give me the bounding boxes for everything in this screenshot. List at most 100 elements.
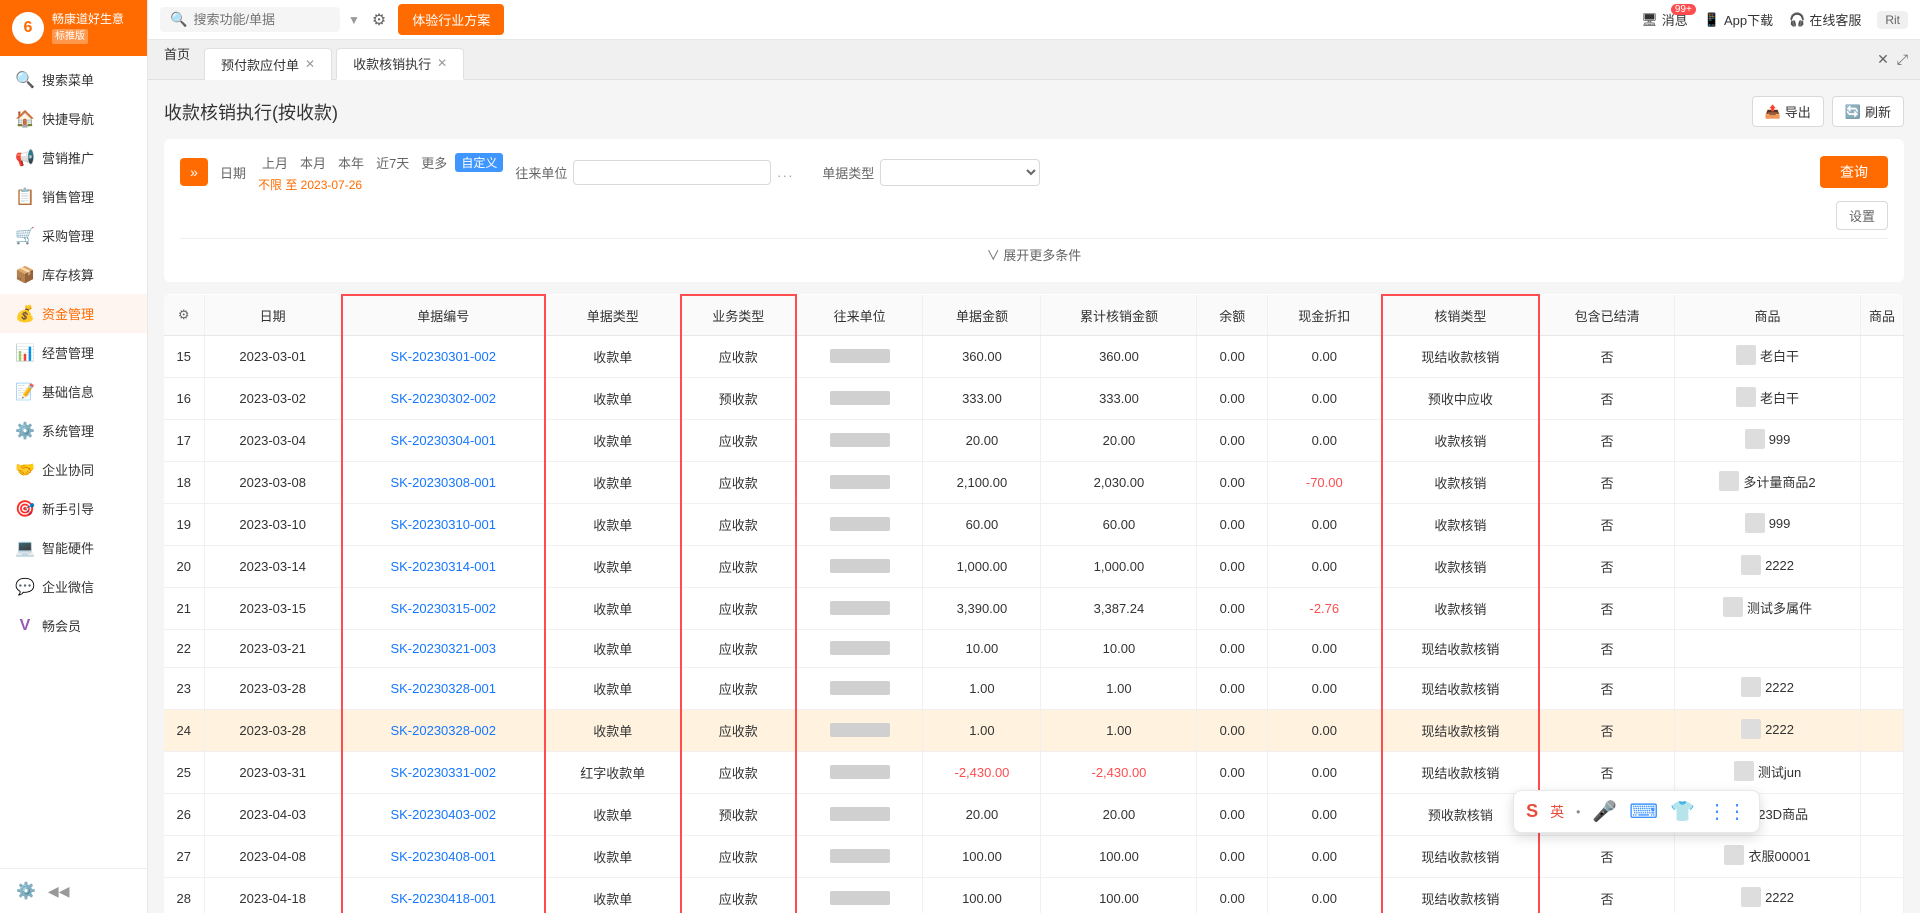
- float-mic-icon[interactable]: 🎤: [1592, 799, 1617, 824]
- td-verify-type: 收款核销: [1382, 420, 1540, 462]
- sn-link[interactable]: SK-20230302-002: [390, 391, 496, 406]
- sn-link[interactable]: SK-20230304-001: [390, 433, 496, 448]
- sn-link[interactable]: SK-20230315-002: [390, 601, 496, 616]
- sidebar-item-purchase[interactable]: 🛒 采购管理: [0, 216, 147, 255]
- td-product2: [1860, 462, 1903, 504]
- table-gear-icon[interactable]: ⚙: [178, 307, 190, 322]
- sn-link[interactable]: SK-20230418-001: [390, 891, 496, 906]
- filter-this-month[interactable]: 本月: [296, 151, 330, 174]
- sidebar-item-sales[interactable]: 📋 销售管理: [0, 177, 147, 216]
- sidebar-item-quick-nav[interactable]: 🏠 快捷导航: [0, 99, 147, 138]
- td-date: 2023-03-31: [204, 752, 342, 794]
- filter-receipt-type-select[interactable]: [880, 159, 1040, 186]
- filter-row: » 日期 上月 本月 本年 近7天 更多 自定义 不限 至 2023-07-26…: [180, 151, 1888, 193]
- filter-settings-button[interactable]: 设置: [1836, 201, 1888, 230]
- tab-collection-verify-close[interactable]: ✕: [437, 56, 447, 70]
- topbar-gear-icon[interactable]: ⚙: [368, 6, 390, 34]
- filter-query-button[interactable]: 查询: [1820, 156, 1888, 188]
- filter-more[interactable]: 更多: [417, 151, 451, 174]
- td-num: 26: [164, 794, 204, 836]
- topbar-app-download[interactable]: 📱 App下载: [1704, 10, 1773, 29]
- td-sn: SK-20230304-001: [342, 420, 545, 462]
- filter-expand-more[interactable]: ∨ 展开更多条件: [180, 238, 1888, 270]
- topbar-messages[interactable]: 🖥 消息 99+: [1641, 10, 1688, 29]
- tab-expand-icon[interactable]: ⤢: [1897, 51, 1908, 68]
- sn-link[interactable]: SK-20230310-001: [390, 517, 496, 532]
- td-amount: 10.00: [923, 630, 1041, 668]
- td-sn: SK-20230315-002: [342, 588, 545, 630]
- sidebar-settings-icon[interactable]: ⚙️: [16, 881, 36, 901]
- sn-link[interactable]: SK-20230408-001: [390, 849, 496, 864]
- sn-link[interactable]: SK-20230308-001: [390, 475, 496, 490]
- td-product2: [1860, 710, 1903, 752]
- sidebar-item-operations[interactable]: 📊 经营管理: [0, 333, 147, 372]
- td-balance: 0.00: [1197, 546, 1268, 588]
- sidebar-item-inventory[interactable]: 📦 库存核算: [0, 255, 147, 294]
- sidebar-item-finance[interactable]: 💰 资金管理: [0, 294, 147, 333]
- float-shirt-icon[interactable]: 👕: [1670, 799, 1695, 824]
- th-gear[interactable]: ⚙: [164, 295, 204, 336]
- tab-home[interactable]: 首页: [152, 44, 202, 76]
- sidebar-collapse-icon[interactable]: ◀◀: [48, 883, 70, 900]
- td-biz-type: 应收款: [681, 462, 796, 504]
- filter-7days[interactable]: 近7天: [372, 151, 413, 174]
- td-discount: 0.00: [1268, 836, 1382, 878]
- td-discount: 0.00: [1268, 420, 1382, 462]
- sidebar-item-enterprise-collab[interactable]: 🤝 企业协同: [0, 450, 147, 489]
- td-product2: [1860, 378, 1903, 420]
- sidebar-item-search[interactable]: 🔍 搜索菜单: [0, 60, 147, 99]
- td-cumulative: -2,430.00: [1041, 752, 1197, 794]
- td-balance: 0.00: [1197, 752, 1268, 794]
- sn-link[interactable]: SK-20230331-002: [390, 765, 496, 780]
- topbar-search-wrap[interactable]: 🔍: [160, 7, 340, 32]
- sn-link[interactable]: SK-20230403-002: [390, 807, 496, 822]
- logo-text: 畅康道好生意 标推版: [52, 12, 124, 45]
- topbar-solution-button[interactable]: 体验行业方案: [398, 4, 504, 35]
- tab-pre-payment-close[interactable]: ✕: [305, 57, 315, 71]
- sn-link[interactable]: SK-20230321-003: [390, 641, 496, 656]
- topbar-search-icon: 🔍: [170, 11, 187, 28]
- topbar-search-input[interactable]: [193, 12, 313, 27]
- table-row: 15 2023-03-01 SK-20230301-002 收款单 应收款 36…: [164, 336, 1904, 378]
- tab-collection-verify[interactable]: 收款核销执行 ✕: [336, 48, 464, 80]
- float-grid-icon[interactable]: ⌨: [1629, 799, 1658, 824]
- topbar-online-service[interactable]: 🎧 在线客服: [1789, 10, 1861, 29]
- td-amount: 3,390.00: [923, 588, 1041, 630]
- sn-link[interactable]: SK-20230301-002: [390, 349, 496, 364]
- td-date: 2023-04-18: [204, 878, 342, 913]
- export-button[interactable]: 📤 导出: [1752, 96, 1824, 127]
- sidebar-item-vip[interactable]: V 畅会员: [0, 606, 147, 645]
- td-discount: 0.00: [1268, 546, 1382, 588]
- float-s-icon[interactable]: S: [1526, 801, 1538, 822]
- filter-this-year[interactable]: 本年: [334, 151, 368, 174]
- sidebar-item-basic-info[interactable]: 📝 基础信息: [0, 372, 147, 411]
- tab-pre-payment[interactable]: 预付款应付单 ✕: [204, 48, 332, 80]
- td-type: 收款单: [545, 710, 681, 752]
- float-apps-icon[interactable]: ⋮⋮: [1707, 799, 1747, 824]
- tab-close-all-icon[interactable]: ✕: [1877, 51, 1889, 68]
- smart-hardware-icon: 💻: [16, 539, 34, 557]
- sidebar-item-system[interactable]: ⚙️ 系统管理: [0, 411, 147, 450]
- sn-link[interactable]: SK-20230328-001: [390, 681, 496, 696]
- sidebar-item-beginner[interactable]: 🎯 新手引导: [0, 489, 147, 528]
- sidebar-item-smart-hardware[interactable]: 💻 智能硬件: [0, 528, 147, 567]
- filter-unit-input[interactable]: [573, 160, 771, 185]
- table-header-row: ⚙ 日期 单据编号 单据类型 业务类型 往来单位 单据金额 累计核销金额 余额 …: [164, 295, 1904, 336]
- sidebar-item-marketing[interactable]: 📢 营销推广: [0, 138, 147, 177]
- td-num: 21: [164, 588, 204, 630]
- float-en-icon[interactable]: 英: [1550, 802, 1564, 822]
- filter-receipt-type-label: 单据类型: [822, 163, 874, 182]
- filter-expand-button[interactable]: »: [180, 158, 208, 186]
- refresh-button[interactable]: 🔄 刷新: [1832, 96, 1904, 127]
- filter-last-month[interactable]: 上月: [258, 151, 292, 174]
- sn-link[interactable]: SK-20230328-002: [390, 723, 496, 738]
- td-sn: SK-20230321-003: [342, 630, 545, 668]
- td-included: 否: [1539, 504, 1674, 546]
- table-row: 24 2023-03-28 SK-20230328-002 收款单 应收款 1.…: [164, 710, 1904, 752]
- sn-link[interactable]: SK-20230314-001: [390, 559, 496, 574]
- td-unit: [796, 878, 923, 913]
- sidebar-item-enterprise-wechat[interactable]: 💬 企业微信: [0, 567, 147, 606]
- filter-custom-button[interactable]: 自定义: [455, 153, 503, 172]
- topbar-user-label[interactable]: Rit: [1877, 11, 1908, 29]
- td-discount: 0.00: [1268, 630, 1382, 668]
